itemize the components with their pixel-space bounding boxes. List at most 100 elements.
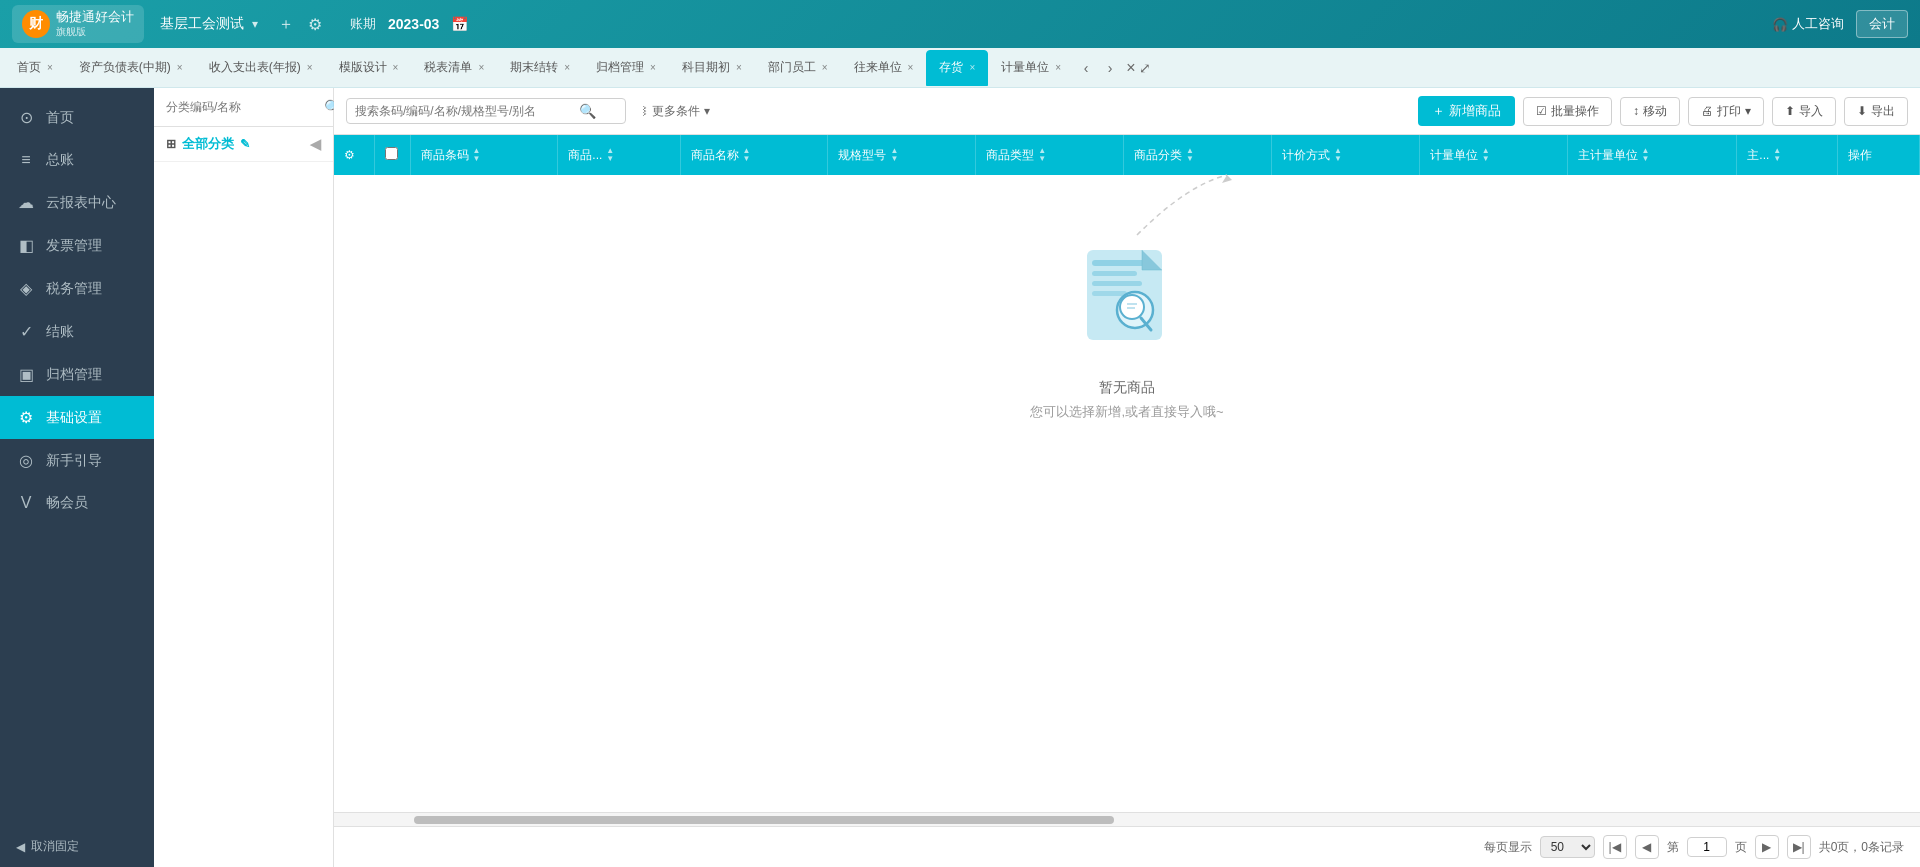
- tab-contacts-close[interactable]: ×: [908, 62, 914, 73]
- tab-department[interactable]: 部门员工 ×: [755, 50, 841, 86]
- tab-balance-sheet[interactable]: 资产负债表(中期) ×: [66, 50, 196, 86]
- empty-document-icon: [1067, 235, 1187, 355]
- tab-archive-close[interactable]: ×: [650, 62, 656, 73]
- code-sort-icon[interactable]: ▲▼: [606, 147, 614, 163]
- sidebar-item-ledger[interactable]: ≡ 总账: [0, 139, 154, 181]
- tab-inventory-label: 存货: [939, 59, 963, 76]
- tab-income[interactable]: 收入支出表(年报) ×: [196, 50, 326, 86]
- tab-tax-list[interactable]: 税表清单 ×: [411, 50, 497, 86]
- th-main-extra: 主...▲▼: [1737, 135, 1837, 175]
- tab-inventory[interactable]: 存货 ×: [926, 50, 988, 86]
- export-button[interactable]: ⬇ 导出: [1844, 97, 1908, 126]
- total-records-label: 共0页，0条记录: [1819, 839, 1904, 856]
- tab-expand-button[interactable]: ⤢: [1139, 60, 1151, 76]
- tab-period-transfer[interactable]: 期末结转 ×: [497, 50, 583, 86]
- batch-operations-button[interactable]: ☑ 批量操作: [1523, 97, 1612, 126]
- sidebar-item-member[interactable]: V 畅会员: [0, 482, 154, 524]
- tab-template-close[interactable]: ×: [393, 62, 399, 73]
- type-sort-icon[interactable]: ▲▼: [1038, 147, 1046, 163]
- cancel-fixed-button[interactable]: ◀ 取消固定: [0, 826, 154, 867]
- tab-contacts[interactable]: 往来单位 ×: [841, 50, 927, 86]
- tab-tax-list-label: 税表清单: [424, 59, 472, 76]
- main-layout: ⊙ 首页 ≡ 总账 ☁ 云报表中心 ◧ 发票管理 ◈ 税务管理 ✓ 结账 ▣ 归…: [0, 88, 1920, 867]
- tab-unit[interactable]: 计量单位 ×: [988, 50, 1074, 86]
- sidebar-item-tax[interactable]: ◈ 税务管理: [0, 267, 154, 310]
- move-button[interactable]: ↕ 移动: [1620, 97, 1680, 126]
- account-button[interactable]: 会计: [1856, 10, 1908, 38]
- product-table-container: ⚙ 商品条码▲▼ 商品...▲▼ 商品名称▲▼: [334, 135, 1920, 812]
- category-sort-icon[interactable]: ▲▼: [1186, 147, 1194, 163]
- tab-subject-init[interactable]: 科目期初 ×: [669, 50, 755, 86]
- filter-icon: ⧘: [642, 104, 648, 118]
- next-page-button[interactable]: ▶: [1755, 835, 1779, 859]
- scrollbar-thumb[interactable]: [414, 816, 1114, 824]
- tab-balance-sheet-close[interactable]: ×: [177, 62, 183, 73]
- tab-period-transfer-close[interactable]: ×: [564, 62, 570, 73]
- tab-tax-list-close[interactable]: ×: [478, 62, 484, 73]
- move-icon: ↕: [1633, 104, 1639, 118]
- select-all-checkbox[interactable]: [385, 147, 398, 160]
- company-dropdown-icon[interactable]: ▾: [252, 17, 258, 31]
- category-all-item[interactable]: ⊞ 全部分类 ✎ ◀: [154, 127, 333, 162]
- th-pricing: 计价方式▲▼: [1271, 135, 1419, 175]
- sidebar-item-basic-settings[interactable]: ⚙ 基础设置: [0, 396, 154, 439]
- support-button[interactable]: 🎧 人工咨询: [1772, 15, 1844, 33]
- tab-inventory-close[interactable]: ×: [969, 62, 975, 73]
- archive-icon: ▣: [16, 365, 36, 384]
- th-settings[interactable]: ⚙: [334, 135, 374, 175]
- last-page-button[interactable]: ▶|: [1787, 835, 1811, 859]
- per-page-select[interactable]: 50 100 200: [1540, 836, 1595, 858]
- more-conditions-button[interactable]: ⧘ 更多条件 ▾: [634, 99, 718, 124]
- main-unit-sort-icon[interactable]: ▲▼: [1642, 147, 1650, 163]
- invoice-icon: ◧: [16, 236, 36, 255]
- settings-button[interactable]: ⚙: [304, 11, 326, 38]
- tab-prev-button[interactable]: ‹: [1074, 56, 1098, 80]
- tab-income-close[interactable]: ×: [307, 62, 313, 73]
- tab-department-close[interactable]: ×: [822, 62, 828, 73]
- logo-icon: 财: [22, 10, 50, 38]
- horizontal-scrollbar[interactable]: [334, 812, 1920, 826]
- import-button[interactable]: ⬆ 导入: [1772, 97, 1836, 126]
- tab-archive[interactable]: 归档管理 ×: [583, 50, 669, 86]
- guide-icon: ◎: [16, 451, 36, 470]
- name-sort-icon[interactable]: ▲▼: [743, 147, 751, 163]
- tab-next-button[interactable]: ›: [1098, 56, 1122, 80]
- first-page-button[interactable]: |◀: [1603, 835, 1627, 859]
- export-label: 导出: [1871, 103, 1895, 120]
- collapse-panel-icon[interactable]: ◀: [310, 136, 321, 152]
- main-extra-sort-icon[interactable]: ▲▼: [1773, 147, 1781, 163]
- add-product-button[interactable]: ＋ 新增商品: [1418, 96, 1515, 126]
- unit-sort-icon[interactable]: ▲▼: [1482, 147, 1490, 163]
- prev-page-button[interactable]: ◀: [1635, 835, 1659, 859]
- category-search-input[interactable]: [162, 96, 320, 118]
- barcode-sort-icon[interactable]: ▲▼: [473, 147, 481, 163]
- page-suffix: 页: [1735, 839, 1747, 856]
- product-search-input[interactable]: [355, 104, 575, 118]
- tab-home[interactable]: 首页 ×: [4, 50, 66, 86]
- pricing-sort-icon[interactable]: ▲▼: [1334, 147, 1342, 163]
- tab-template[interactable]: 模版设计 ×: [326, 50, 412, 86]
- sidebar-item-settlement[interactable]: ✓ 结账: [0, 310, 154, 353]
- page-number-input[interactable]: [1687, 837, 1727, 857]
- print-button[interactable]: 🖨 打印 ▾: [1688, 97, 1764, 126]
- spec-sort-icon[interactable]: ▲▼: [890, 147, 898, 163]
- sidebar-item-guide[interactable]: ◎ 新手引导: [0, 439, 154, 482]
- calendar-icon[interactable]: 📅: [451, 16, 468, 32]
- tab-unit-close[interactable]: ×: [1055, 62, 1061, 73]
- sidebar-item-archive[interactable]: ▣ 归档管理: [0, 353, 154, 396]
- tab-subject-init-close[interactable]: ×: [736, 62, 742, 73]
- edit-category-icon[interactable]: ✎: [240, 137, 250, 151]
- tab-home-close[interactable]: ×: [47, 62, 53, 73]
- import-label: 导入: [1799, 103, 1823, 120]
- company-name: 基层工会测试: [160, 15, 244, 33]
- member-icon: V: [16, 494, 36, 512]
- period-value: 2023-03: [388, 16, 439, 32]
- sidebar-item-cloud-reports[interactable]: ☁ 云报表中心: [0, 181, 154, 224]
- product-search-icon[interactable]: 🔍: [579, 103, 596, 119]
- close-all-tabs-button[interactable]: ×: [1126, 59, 1135, 77]
- add-tab-button[interactable]: ＋: [274, 10, 298, 39]
- sidebar-item-invoice[interactable]: ◧ 发票管理: [0, 224, 154, 267]
- sidebar-item-home[interactable]: ⊙ 首页: [0, 96, 154, 139]
- th-checkbox[interactable]: [374, 135, 410, 175]
- th-category-label: 商品分类: [1134, 147, 1182, 164]
